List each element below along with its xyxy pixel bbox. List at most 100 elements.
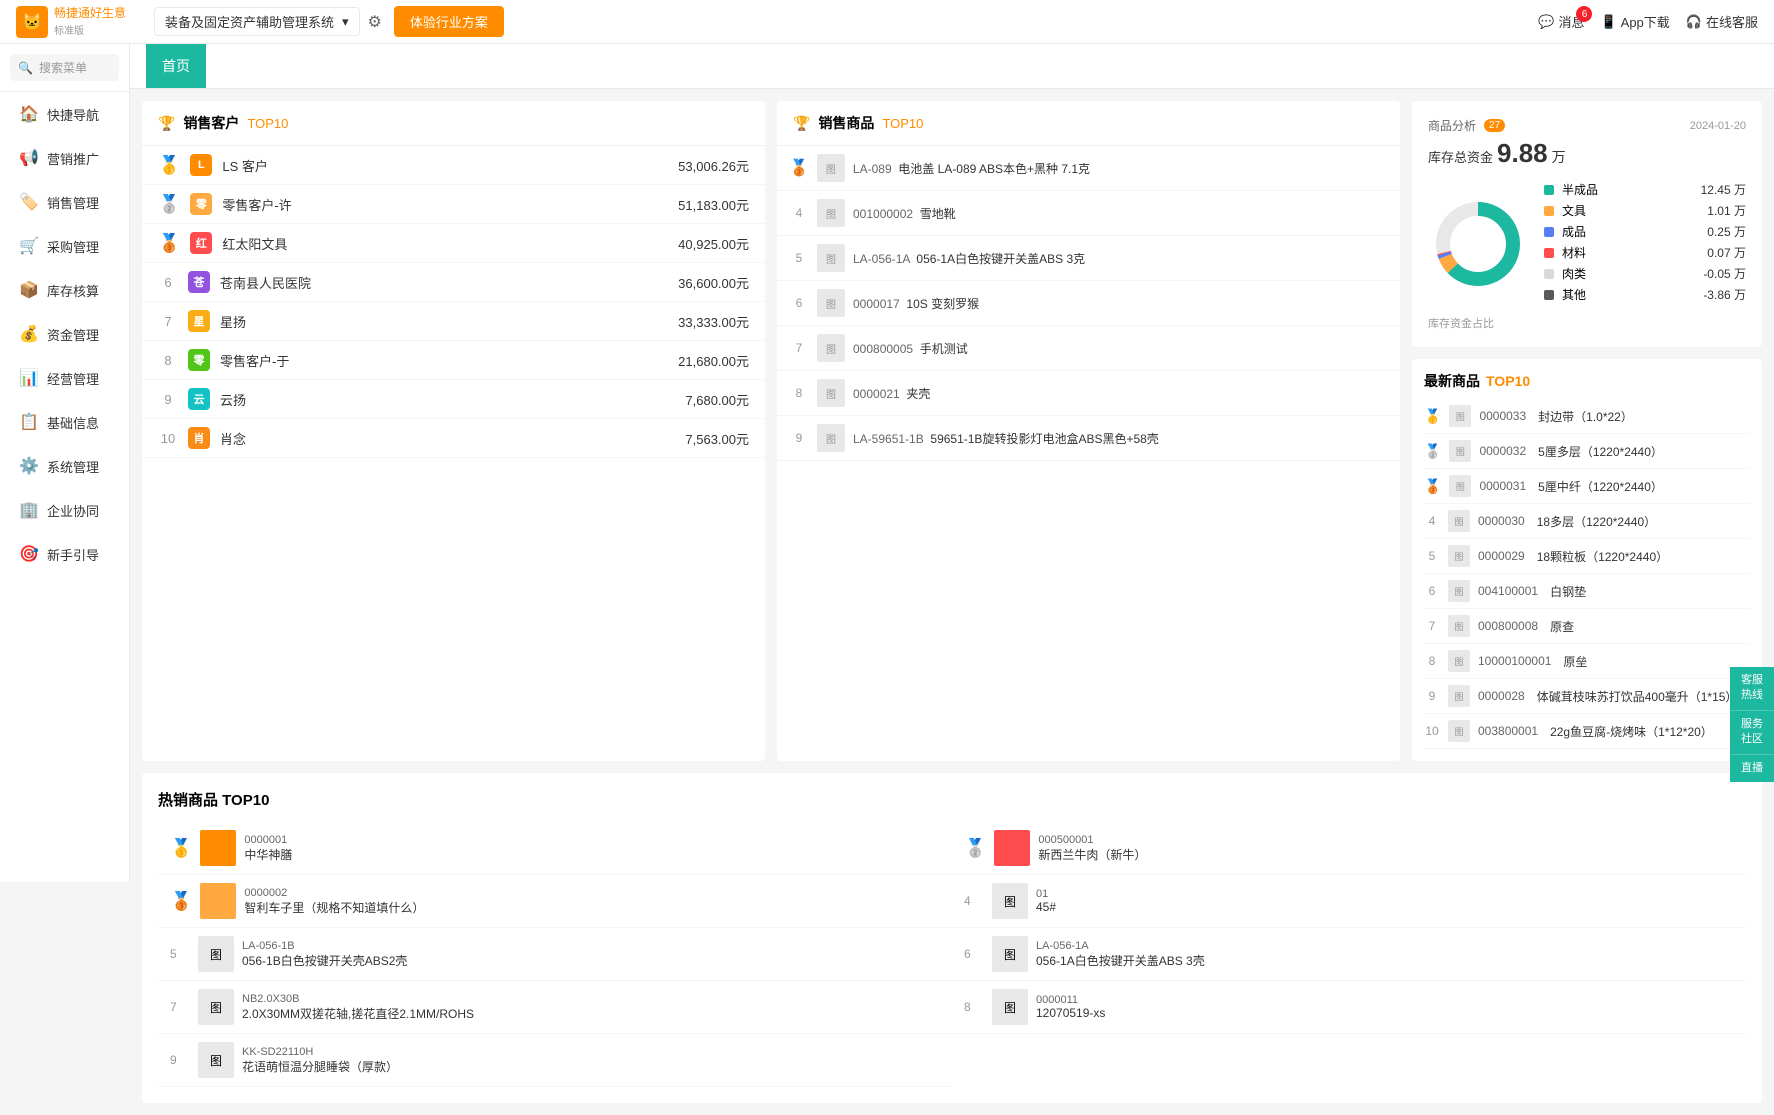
settings-icon[interactable]: ⚙ — [368, 12, 382, 32]
analysis-badge: 27 — [1484, 119, 1505, 132]
main-content: 首页 🏆 销售客户 TOP10 🥇 L LS 客户 53,006.26元 🥈 零… — [130, 44, 1774, 1103]
product-code: 004100001 — [1478, 584, 1538, 598]
product-table-row: 5 图 LA-056-1A 056-1A白色按键开关盖ABS 3克 — [777, 236, 1400, 281]
customer-name: 苍南县人民医院 — [220, 273, 668, 292]
system-selector[interactable]: 装备及固定资产辅助管理系统 ▾ — [154, 7, 360, 36]
target-icon: 🎯 — [19, 544, 39, 564]
customer-badge: 零 — [188, 349, 210, 371]
search-label: 搜索菜单 — [39, 59, 87, 76]
sidebar-item-sales[interactable]: 🏷️ 销售管理 — [0, 180, 129, 224]
product-ranking-header: 🏆 销售商品 TOP10 — [777, 101, 1400, 146]
dot-finished — [1544, 227, 1554, 237]
customer-amount: 40,925.00元 — [678, 234, 749, 253]
sidebar-item-basic[interactable]: 📋 基础信息 — [0, 400, 129, 444]
product-info: 0000017 10S 变刻罗猴 — [853, 295, 1388, 312]
rank-medal: 🥇 — [158, 155, 180, 176]
logo-area: 🐱 畅捷通好生意 标准版 — [16, 6, 146, 38]
logo-badge: 标准版 — [54, 22, 126, 37]
hot-product-name: 智利车子里（规格不知道填什么） — [244, 899, 940, 916]
sidebar-item-nav[interactable]: 🏠 快捷导航 — [0, 92, 129, 136]
product-name: 18颗粒板（1220*2440） — [1537, 548, 1750, 565]
product-name: 体碱茸枝味苏打饮品400毫升（1*15） — [1537, 688, 1750, 705]
sidebar: 🔍 搜索菜单 🏠 快捷导航 📢 营销推广 🏷️ 销售管理 🛒 采购管理 📦 库存… — [0, 44, 130, 882]
customer-name: 星扬 — [220, 312, 668, 331]
customer-service-btn[interactable]: 客服热线 — [1730, 667, 1774, 711]
trophy2-icon: 🏆 — [793, 115, 810, 132]
app-download-btn[interactable]: 📱 App下载 — [1600, 12, 1669, 31]
sidebar-item-marketing[interactable]: 📢 营销推广 — [0, 136, 129, 180]
sales-ranking-header: 🏆 销售客户 TOP10 — [142, 101, 765, 146]
product-thumbnail: 图 — [1448, 685, 1470, 707]
customer-badge: 星 — [188, 310, 210, 332]
hot-product-image: 图 — [992, 989, 1028, 1025]
phone-icon: 📱 — [1600, 14, 1616, 30]
customer-badge: 红 — [190, 232, 212, 254]
sidebar-search-area[interactable]: 🔍 搜索菜单 — [0, 44, 129, 92]
hot-product-row: 6 图 LA-056-1A 056-1A白色按键开关盖ABS 3壳 — [952, 928, 1746, 981]
sidebar-item-purchase[interactable]: 🛒 采购管理 — [0, 224, 129, 268]
new-product-row: 10 图 003800001 22g鱼豆腐-烧烤味（1*12*20） — [1424, 714, 1750, 749]
megaphone-icon: 📢 — [19, 148, 39, 168]
sidebar-item-inventory[interactable]: 📦 库存核算 — [0, 268, 129, 312]
sidebar-item-system[interactable]: ⚙️ 系统管理 — [0, 444, 129, 488]
sidebar-item-label: 营销推广 — [47, 149, 99, 168]
hot-product-name: 2.0X30MM双搓花轴,搓花直径2.1MM/ROHS — [242, 1005, 940, 1022]
inventory-unit: 万 — [1552, 147, 1566, 167]
live-btn[interactable]: 直播 — [1730, 755, 1774, 782]
rank-number: 8 — [789, 386, 809, 400]
product-table-row: 7 图 000800005 手机测试 — [777, 326, 1400, 371]
hot-product-code: 000500001 — [1038, 834, 1734, 846]
sidebar-item-label: 销售管理 — [47, 193, 99, 212]
hot-product-name: 12070519-xs — [1036, 1006, 1734, 1020]
home-tab[interactable]: 首页 — [146, 44, 206, 88]
product-table-row: 6 图 0000017 10S 变刻罗猴 — [777, 281, 1400, 326]
hot-product-info: 0000002 智利车子里（规格不知道填什么） — [244, 887, 940, 916]
customer-name: 零售客户-于 — [220, 351, 668, 370]
sidebar-item-finance[interactable]: 💰 资金管理 — [0, 312, 129, 356]
sidebar-item-guide[interactable]: 🎯 新手引导 — [0, 532, 129, 576]
rank-number: 8 — [158, 353, 178, 368]
rank-number: 5 — [170, 947, 190, 961]
product-name: 封边带（1.0*22） — [1538, 408, 1750, 425]
hot-product-image: 图 — [198, 936, 234, 972]
chart-area: 半成品 12.45 万 文具 1.01 万 — [1428, 181, 1746, 307]
hot-product-code: LA-056-1A — [1036, 940, 1734, 952]
community-btn[interactable]: 服务社区 — [1730, 711, 1774, 755]
sales-ranking-panel: 🏆 销售客户 TOP10 🥇 L LS 客户 53,006.26元 🥈 零 零售… — [142, 101, 765, 761]
sales-table-row: 🥈 零 零售客户-许 51,183.00元 — [142, 185, 765, 224]
service-btn[interactable]: 🎧 在线客服 — [1686, 12, 1758, 31]
product-code: LA-056-1A — [853, 252, 910, 266]
product-thumbnail: 图 — [1449, 475, 1471, 497]
rank-number: 7 — [1424, 619, 1440, 633]
hot-product-code: 0000002 — [244, 887, 940, 899]
sidebar-item-company[interactable]: 🏢 企业协同 — [0, 488, 129, 532]
rank-medal: 🥈 — [964, 838, 986, 859]
product-thumbnail: 图 — [1448, 615, 1470, 637]
hot-product-info: LA-056-1A 056-1A白色按键开关盖ABS 3壳 — [1036, 940, 1734, 969]
sidebar-item-label: 系统管理 — [47, 457, 99, 476]
sidebar-item-operation[interactable]: 📊 经营管理 — [0, 356, 129, 400]
rank-number: 10 — [1424, 724, 1440, 738]
rank-number: 9 — [170, 1053, 190, 1067]
rank-number: 4 — [1424, 514, 1440, 528]
breadcrumb-bar: 首页 — [130, 44, 1774, 89]
customer-badge: L — [190, 154, 212, 176]
new-product-row: 5 图 0000029 18颗粒板（1220*2440） — [1424, 539, 1750, 574]
hot-product-row: 🥉 0000002 智利车子里（规格不知道填什么） — [158, 875, 952, 928]
customer-badge: 肖 — [188, 427, 210, 449]
product-name: 5厘多层（1220*2440） — [1538, 443, 1750, 460]
right-panel: 商品分析 27 2024-01-20 库存总资金 9.88 万 — [1412, 101, 1762, 761]
rank-number: 7 — [158, 314, 178, 329]
search-menu-btn[interactable]: 🔍 搜索菜单 — [10, 54, 119, 81]
new-product-row: 🥉 图 0000031 5厘中纤（1220*2440） — [1424, 469, 1750, 504]
donut-chart — [1428, 194, 1528, 294]
trophy-icon: 🏆 — [158, 115, 175, 132]
hot-product-image: 图 — [992, 883, 1028, 919]
search-icon: 🔍 — [18, 61, 33, 75]
trial-button[interactable]: 体验行业方案 — [394, 6, 504, 37]
customer-amount: 7,680.00元 — [685, 390, 749, 409]
product-table-row: 8 图 0000021 夹壳 — [777, 371, 1400, 416]
message-btn[interactable]: 💬 消息 6 — [1538, 12, 1584, 31]
product-name: 22g鱼豆腐-烧烤味（1*12*20） — [1550, 723, 1750, 740]
hot-product-row: 8 图 0000011 12070519-xs — [952, 981, 1746, 1034]
